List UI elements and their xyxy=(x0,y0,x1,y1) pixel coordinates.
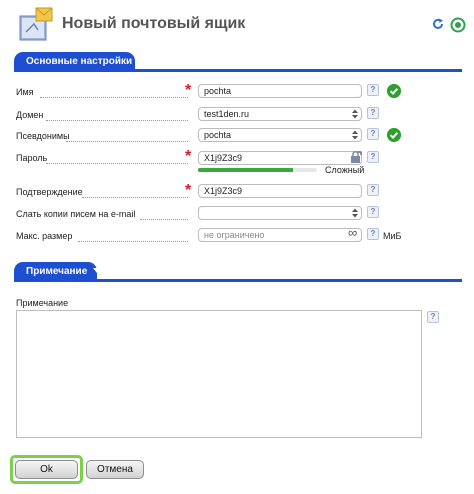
help-icon[interactable]: ? xyxy=(367,184,379,196)
aliases-select[interactable]: pochta xyxy=(198,128,362,142)
max-size-input[interactable]: не ограничено xyxy=(198,228,362,242)
help-icon[interactable]: ? xyxy=(367,151,379,163)
required-mark: * xyxy=(185,82,192,99)
help-icon[interactable]: ? xyxy=(367,128,379,140)
help-icon[interactable]: ? xyxy=(367,206,379,218)
select-arrows-icon xyxy=(352,109,358,119)
password-label: Пароль xyxy=(16,153,48,163)
aliases-label: Псевдонимы xyxy=(16,131,70,141)
ok-button[interactable]: Ok xyxy=(15,460,78,479)
confirm-password-input[interactable]: X1j9Z3c9 xyxy=(198,184,362,198)
copies-label: Слать копии писем на e-mail xyxy=(16,209,136,219)
copies-email-input[interactable] xyxy=(198,206,362,220)
max-size-label: Макс. размер xyxy=(16,231,73,241)
page-title: Новый почтовый ящик xyxy=(62,15,246,32)
domain-label: Домен xyxy=(16,110,44,120)
help-icon[interactable]: ? xyxy=(367,107,379,119)
dotted-leader xyxy=(140,219,188,220)
max-size-unit: МиБ xyxy=(383,231,402,241)
mailbox-icon xyxy=(19,7,53,41)
dotted-leader xyxy=(66,141,188,142)
valid-check-icon xyxy=(387,128,401,142)
password-strength-bar xyxy=(198,168,317,172)
required-mark: * xyxy=(185,182,192,199)
valid-check-icon xyxy=(387,84,401,98)
confirm-label: Подтверждение xyxy=(16,187,83,197)
cancel-button[interactable]: Отмена xyxy=(86,460,144,479)
select-arrows-icon xyxy=(352,130,358,140)
refresh-icon[interactable] xyxy=(432,18,444,30)
help-icon[interactable]: ? xyxy=(367,228,379,240)
dotted-leader xyxy=(78,241,188,242)
name-label: Имя xyxy=(16,87,34,97)
note-textarea[interactable] xyxy=(16,310,422,438)
section-divider xyxy=(14,279,462,282)
name-input[interactable]: pochta xyxy=(198,84,362,98)
dotted-leader xyxy=(46,163,188,164)
tab-note-label: Примечание xyxy=(26,266,88,277)
generate-password-icon[interactable] xyxy=(350,151,362,164)
password-strength-label: Сложный xyxy=(325,165,365,175)
tab-basic-settings-label: Основные настройки xyxy=(26,56,133,67)
dotted-leader xyxy=(46,120,188,121)
required-mark: * xyxy=(185,148,192,165)
caret-down-icon xyxy=(93,268,102,273)
help-icon[interactable]: ? xyxy=(427,311,439,323)
domain-select[interactable]: test1den.ru xyxy=(198,107,362,121)
password-strength-fill xyxy=(198,168,294,172)
dotted-leader xyxy=(82,197,188,198)
unlimited-icon[interactable]: ∞ xyxy=(348,226,357,239)
caret-down-icon xyxy=(138,58,147,63)
help-icon[interactable] xyxy=(450,17,466,33)
help-icon[interactable]: ? xyxy=(367,84,379,96)
section-divider xyxy=(14,69,462,72)
select-arrows-icon xyxy=(352,208,358,218)
password-input[interactable]: X1j9Z3c9 xyxy=(198,151,362,165)
dotted-leader xyxy=(40,97,188,98)
note-label: Примечание xyxy=(16,298,69,308)
